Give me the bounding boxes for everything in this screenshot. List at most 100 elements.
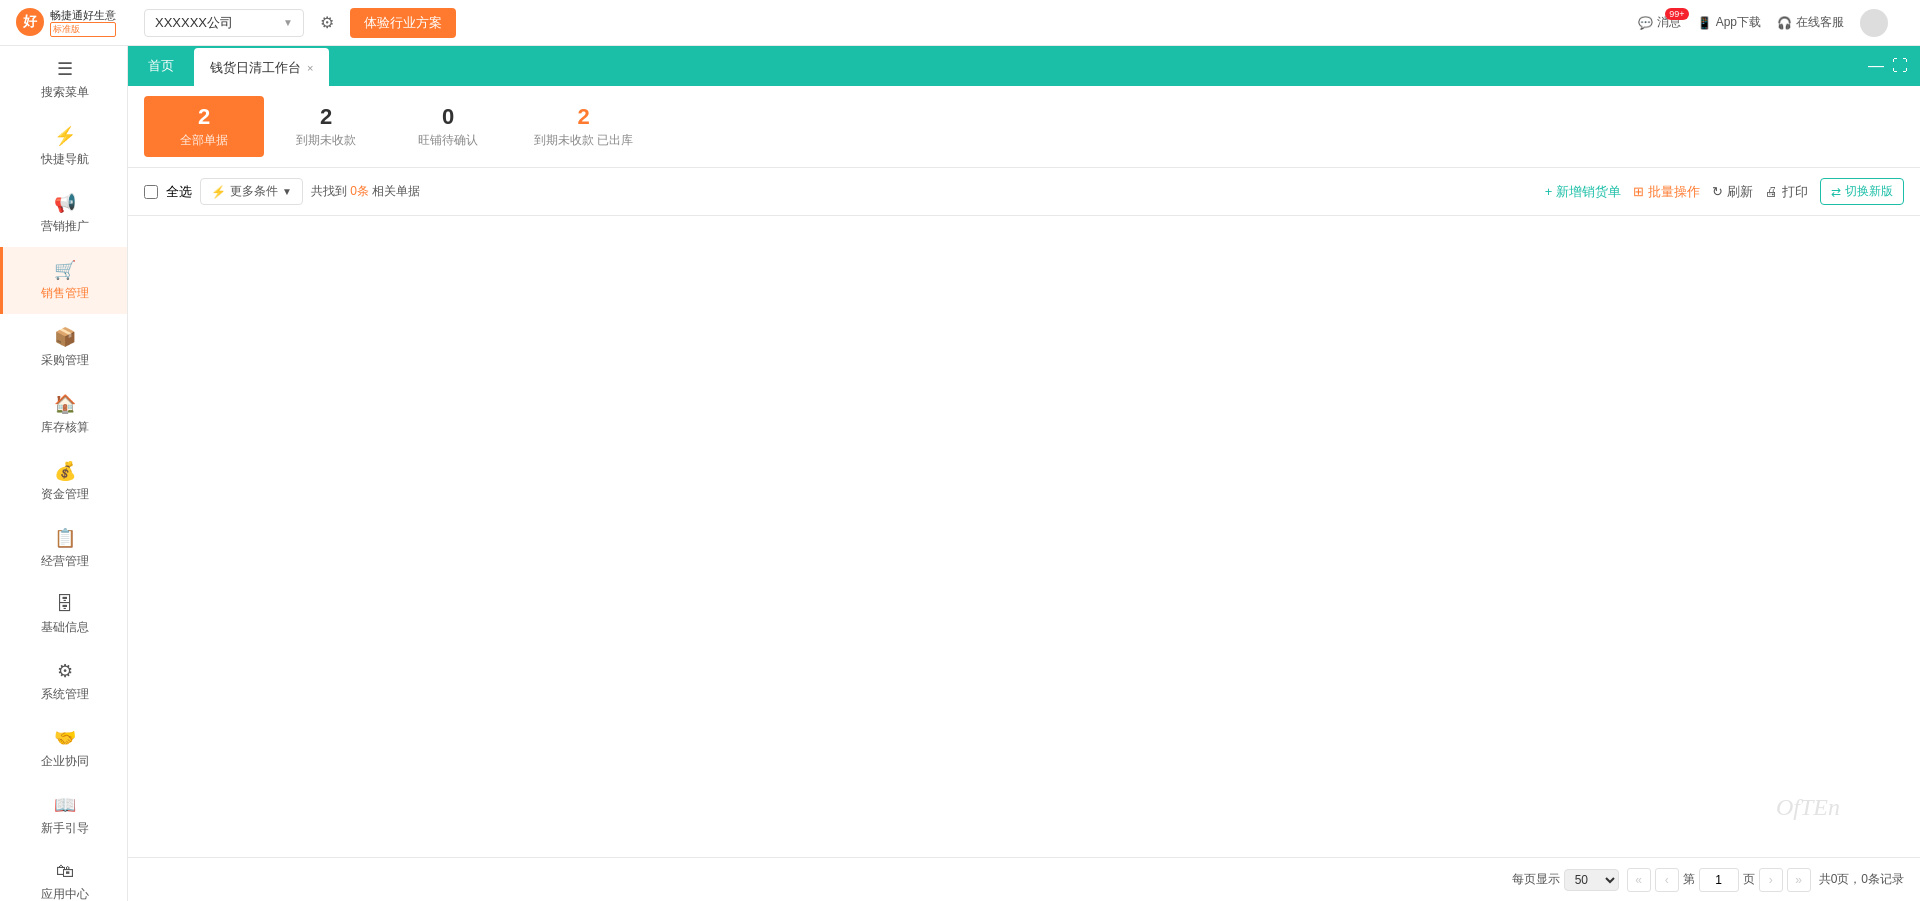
sidebar-label-12: 应用中心	[41, 886, 89, 901]
sidebar-label-6: 资金管理	[41, 486, 89, 503]
card-count-2: 0	[442, 104, 454, 130]
sidebar-item-4[interactable]: 📦 采购管理	[0, 314, 127, 381]
found-prefix: 共找到	[311, 184, 347, 198]
chevron-down-icon: ▼	[282, 186, 292, 197]
first-page-btn[interactable]: «	[1627, 868, 1651, 892]
card-count-3: 2	[578, 104, 590, 130]
sidebar-item-6[interactable]: 💰 资金管理	[0, 448, 127, 515]
tab-close-icon[interactable]: ×	[307, 62, 313, 74]
logo-badge: 标准版	[50, 22, 116, 37]
summary-cards: 2 全部单据2 到期未收款0 旺铺待确认2 到期未收款 已出库	[128, 86, 1920, 168]
page-nav: « ‹ 第 页 › »	[1627, 868, 1811, 892]
sidebar-label-4: 采购管理	[41, 352, 89, 369]
tab-home[interactable]: 首页	[128, 46, 194, 86]
card-label-1: 到期未收款	[296, 132, 356, 149]
sidebar-item-5[interactable]: 🏠 库存核算	[0, 381, 127, 448]
sidebar-item-1[interactable]: ⚡ 快捷导航	[0, 113, 127, 180]
message-badge: 99+	[1665, 8, 1688, 20]
sidebar-label-11: 新手引导	[41, 820, 89, 837]
sidebar-icon-12: 🛍	[56, 861, 74, 882]
summary-card-3[interactable]: 2 到期未收款 已出库	[510, 96, 657, 157]
sidebar-icon-4: 📦	[54, 326, 76, 348]
sidebar-icon-6: 💰	[54, 460, 76, 482]
header-right: 💬 消息 99+ 📱 App下载 🎧 在线客服	[1638, 9, 1904, 37]
tab-current[interactable]: 钱货日清工作台 ×	[194, 48, 329, 88]
summary-card-1[interactable]: 2 到期未收款	[266, 96, 386, 157]
total-info: 共0页，0条记录	[1819, 871, 1904, 888]
refresh-label: 刷新	[1727, 183, 1753, 201]
message-btn[interactable]: 💬 消息 99+	[1638, 14, 1681, 31]
sidebar-item-12[interactable]: 🛍 应用中心	[0, 849, 127, 901]
table-area	[128, 216, 1920, 857]
found-suffix: 相关单据	[372, 184, 420, 198]
prev-page-btn[interactable]: ‹	[1655, 868, 1679, 892]
toolbar: 全选 ⚡ 更多条件 ▼ 共找到 0条 相关单据 + 新增销货单 ⊞	[128, 168, 1920, 216]
summary-card-0[interactable]: 2 全部单据	[144, 96, 264, 157]
batch-label: 批量操作	[1648, 183, 1700, 201]
print-btn[interactable]: 🖨 打印	[1765, 183, 1808, 201]
last-page-btn[interactable]: »	[1787, 868, 1811, 892]
online-service-btn[interactable]: 🎧 在线客服	[1777, 14, 1844, 31]
switch-icon: ⇄	[1831, 185, 1841, 199]
filter-btn[interactable]: ⚡ 更多条件 ▼	[200, 178, 303, 205]
sidebar-item-9[interactable]: ⚙ 系统管理	[0, 648, 127, 715]
sidebar-icon-0: ☰	[57, 58, 73, 80]
sidebar-label-7: 经营管理	[41, 553, 89, 570]
summary-card-2[interactable]: 0 旺铺待确认	[388, 96, 508, 157]
select-all-checkbox[interactable]	[144, 185, 158, 199]
sidebar-icon-1: ⚡	[54, 125, 76, 147]
sidebar-item-10[interactable]: 🤝 企业协同	[0, 715, 127, 782]
next-page-btn[interactable]: ›	[1759, 868, 1783, 892]
top-header: 好 畅捷通好生意 标准版 XXXXXX公司 ▼ ⚙ 体验行业方案 💬 消息 99…	[0, 0, 1920, 46]
online-service-label: 在线客服	[1796, 14, 1844, 31]
sidebar-label-3: 销售管理	[41, 285, 89, 302]
pagination: 每页显示 50 20 100 « ‹ 第 页 › » 共0页，0条记录	[128, 857, 1920, 901]
add-sales-btn[interactable]: + 新增销货单	[1545, 183, 1621, 201]
tab-actions: — ⛶	[1868, 57, 1920, 75]
sidebar-item-8[interactable]: 🗄 基础信息	[0, 582, 127, 648]
minimize-icon[interactable]: —	[1868, 57, 1884, 75]
page-label: 第	[1683, 871, 1695, 888]
logo-icon: 好	[16, 8, 44, 36]
maximize-icon[interactable]: ⛶	[1892, 57, 1908, 75]
card-count-1: 2	[320, 104, 332, 130]
switch-label: 切换新版	[1845, 183, 1893, 200]
experience-btn[interactable]: 体验行业方案	[350, 8, 456, 38]
message-icon: 💬	[1638, 16, 1653, 30]
sidebar-item-0[interactable]: ☰ 搜索菜单	[0, 46, 127, 113]
sidebar-icon-10: 🤝	[54, 727, 76, 749]
sidebar-icon-5: 🏠	[54, 393, 76, 415]
settings-icon-btn[interactable]: ⚙	[312, 8, 342, 38]
sidebar-item-11[interactable]: 📖 新手引导	[0, 782, 127, 849]
sidebar: ☰ 搜索菜单⚡ 快捷导航📢 营销推广🛒 销售管理📦 采购管理🏠 库存核算💰 资金…	[0, 46, 128, 901]
app-download-label: App下载	[1716, 14, 1761, 31]
card-label-3: 到期未收款 已出库	[534, 132, 633, 149]
sidebar-icon-11: 📖	[54, 794, 76, 816]
found-count: 0条	[350, 184, 369, 198]
card-label-0: 全部单据	[180, 132, 228, 149]
logo-area: 好 畅捷通好生意 标准版	[16, 8, 144, 37]
sidebar-icon-8: 🗄	[56, 594, 74, 615]
filter-btn-label: 更多条件	[230, 183, 278, 200]
avatar[interactable]	[1860, 9, 1888, 37]
sidebar-icon-9: ⚙	[57, 660, 73, 682]
sidebar-icon-3: 🛒	[54, 259, 76, 281]
company-selector[interactable]: XXXXXX公司 ▼	[144, 9, 304, 37]
select-all-label: 全选	[166, 183, 192, 201]
headset-icon: 🎧	[1777, 16, 1792, 30]
sidebar-item-7[interactable]: 📋 经营管理	[0, 515, 127, 582]
switch-version-btn[interactable]: ⇄ 切换新版	[1820, 178, 1904, 205]
sidebar-item-3[interactable]: 🛒 销售管理	[0, 247, 127, 314]
per-page-select[interactable]: 50 20 100	[1564, 869, 1619, 891]
refresh-btn[interactable]: ↻ 刷新	[1712, 183, 1753, 201]
page-input[interactable]	[1699, 868, 1739, 892]
content-area: 2 全部单据2 到期未收款0 旺铺待确认2 到期未收款 已出库 全选 ⚡ 更多条…	[128, 86, 1920, 901]
card-count-0: 2	[198, 104, 210, 130]
batch-btn[interactable]: ⊞ 批量操作	[1633, 183, 1700, 201]
logo-text: 畅捷通好生意	[50, 8, 116, 22]
sidebar-item-2[interactable]: 📢 营销推广	[0, 180, 127, 247]
toolbar-left: 全选 ⚡ 更多条件 ▼ 共找到 0条 相关单据	[144, 178, 1537, 205]
app-download-btn[interactable]: 📱 App下载	[1697, 14, 1761, 31]
sidebar-label-5: 库存核算	[41, 419, 89, 436]
sidebar-label-8: 基础信息	[41, 619, 89, 636]
